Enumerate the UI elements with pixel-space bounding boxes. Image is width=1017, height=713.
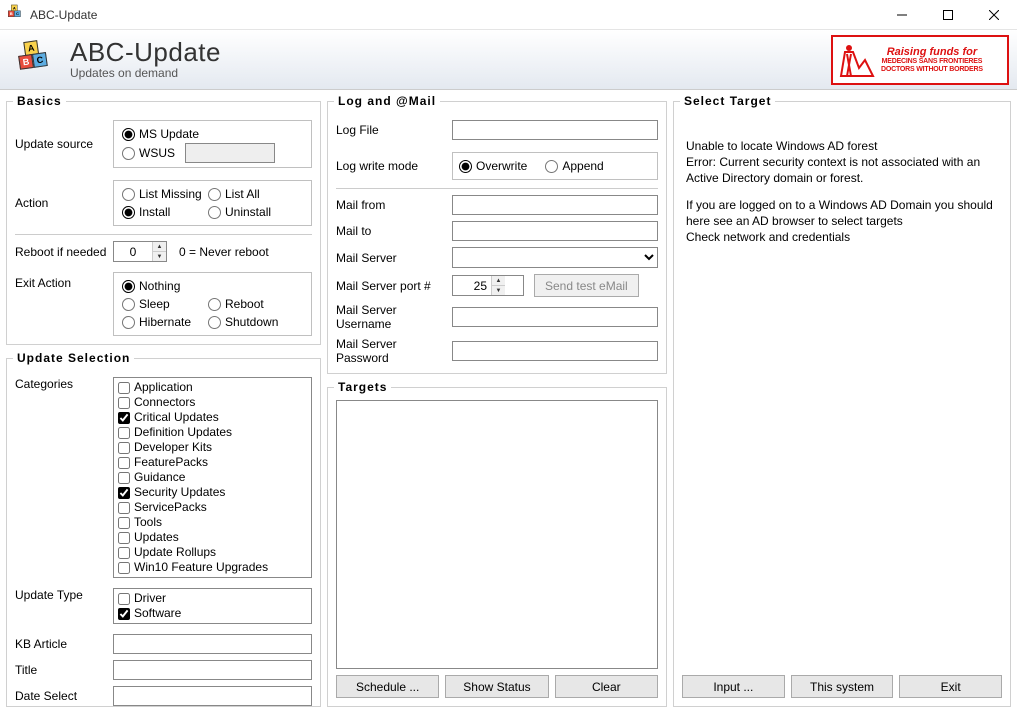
- category-item[interactable]: ServicePacks: [118, 500, 307, 515]
- date-label: Date Select: [15, 689, 107, 703]
- targets-legend: Targets: [334, 380, 391, 394]
- selection-legend: Update Selection: [13, 351, 134, 365]
- nothing-radio[interactable]: Nothing: [122, 277, 303, 295]
- title-label: Title: [15, 663, 107, 677]
- type-item[interactable]: Software: [118, 606, 307, 621]
- log-legend: Log and @Mail: [334, 94, 440, 108]
- mail-from-input[interactable]: [452, 195, 658, 215]
- targets-group: Targets Schedule ... Show Status Clear: [327, 380, 667, 707]
- ms-update-radio[interactable]: MS Update: [122, 125, 303, 143]
- category-item[interactable]: Definition Updates: [118, 425, 307, 440]
- app-title: ABC-Update: [70, 39, 831, 65]
- install-radio[interactable]: Install: [122, 203, 204, 221]
- mail-to-input[interactable]: [452, 221, 658, 241]
- type-item[interactable]: Driver: [118, 591, 307, 606]
- shutdown-radio[interactable]: Shutdown: [208, 313, 290, 331]
- categories-label: Categories: [15, 377, 107, 391]
- basics-legend: Basics: [13, 94, 66, 108]
- spin-up-icon[interactable]: ▲: [492, 276, 505, 286]
- category-item[interactable]: Application: [118, 380, 307, 395]
- category-item[interactable]: Update Rollups: [118, 545, 307, 560]
- app-subtitle: Updates on demand: [70, 66, 831, 80]
- window-title: ABC-Update: [30, 8, 879, 22]
- wsus-input[interactable]: [185, 143, 275, 163]
- exit-action-label: Exit Action: [15, 276, 107, 290]
- kb-label: KB Article: [15, 637, 107, 651]
- overwrite-radio[interactable]: Overwrite: [459, 157, 527, 175]
- mail-to-label: Mail to: [336, 224, 446, 238]
- mail-server-select[interactable]: [452, 247, 658, 268]
- close-button[interactable]: [971, 0, 1017, 30]
- type-list[interactable]: DriverSoftware: [113, 588, 312, 624]
- basics-group: Basics Update source MS Update WSUS Acti…: [6, 94, 321, 345]
- date-input[interactable]: [113, 686, 312, 706]
- reboot-hint: 0 = Never reboot: [179, 245, 269, 259]
- msf-banner[interactable]: Raising funds for MEDECINS SANS FRONTIER…: [831, 35, 1009, 85]
- maximize-button[interactable]: [925, 0, 971, 30]
- category-item[interactable]: Developer Kits: [118, 440, 307, 455]
- send-test-button[interactable]: Send test eMail: [534, 274, 639, 297]
- logfile-input[interactable]: [452, 120, 658, 140]
- msf-org2: DOCTORS WITHOUT BORDERS: [881, 66, 983, 74]
- category-item[interactable]: FeaturePacks: [118, 455, 307, 470]
- log-mail-group: Log and @Mail Log File Log write mode Ov…: [327, 94, 667, 374]
- action-label: Action: [15, 196, 107, 210]
- mail-pass-label: Mail Server Password: [336, 337, 446, 365]
- kb-input[interactable]: [113, 634, 312, 654]
- mail-user-input[interactable]: [452, 307, 658, 327]
- spin-up-icon[interactable]: ▲: [153, 242, 166, 252]
- update-selection-group: Update Selection Categories ApplicationC…: [6, 351, 321, 707]
- list-all-radio[interactable]: List All: [208, 185, 290, 203]
- category-item[interactable]: Security Updates: [118, 485, 307, 500]
- app-icon: A BC: [8, 7, 24, 23]
- append-radio[interactable]: Append: [545, 157, 603, 175]
- targets-listbox[interactable]: [336, 400, 658, 669]
- spin-down-icon[interactable]: ▼: [492, 286, 505, 295]
- sleep-radio[interactable]: Sleep: [122, 295, 204, 313]
- wsus-radio[interactable]: WSUS: [122, 143, 303, 163]
- reboot-spinner[interactable]: ▲▼: [113, 241, 167, 262]
- hibernate-radio[interactable]: Hibernate: [122, 313, 204, 331]
- msf-org1: MEDECINS SANS FRONTIERES: [881, 58, 983, 66]
- mail-pass-input[interactable]: [452, 341, 658, 361]
- mail-server-label: Mail Server: [336, 251, 446, 265]
- titlebar: A BC ABC-Update: [0, 0, 1017, 30]
- category-item[interactable]: Updates: [118, 530, 307, 545]
- spin-down-icon[interactable]: ▼: [153, 252, 166, 261]
- uninstall-radio[interactable]: Uninstall: [208, 203, 290, 221]
- msf-icon: [837, 40, 877, 80]
- mail-port-spinner[interactable]: ▲▼: [452, 275, 524, 296]
- update-type-label: Update Type: [15, 588, 107, 602]
- logfile-label: Log File: [336, 123, 446, 137]
- category-item[interactable]: Guidance: [118, 470, 307, 485]
- select-target-legend: Select Target: [680, 94, 775, 108]
- title-input[interactable]: [113, 660, 312, 680]
- minimize-button[interactable]: [879, 0, 925, 30]
- categories-list[interactable]: ApplicationConnectorsCritical UpdatesDef…: [113, 377, 312, 578]
- clear-button[interactable]: Clear: [555, 675, 658, 698]
- category-item[interactable]: Win10 Feature Upgrades: [118, 560, 307, 575]
- select-target-message: Unable to locate Windows AD forestError:…: [682, 138, 1002, 255]
- mail-port-label: Mail Server port #: [336, 279, 446, 293]
- list-missing-radio[interactable]: List Missing: [122, 185, 204, 203]
- msf-raising: Raising funds for: [881, 46, 983, 58]
- schedule-button[interactable]: Schedule ...: [336, 675, 439, 698]
- header: A BC ABC-Update Updates on demand Raisin…: [0, 30, 1017, 90]
- input-button[interactable]: Input ...: [682, 675, 785, 698]
- abc-logo-icon: A BC: [18, 40, 58, 80]
- select-target-group: Select Target Unable to locate Windows A…: [673, 94, 1011, 707]
- mail-from-label: Mail from: [336, 198, 446, 212]
- reboot-label: Reboot if needed: [15, 245, 107, 259]
- category-item[interactable]: Connectors: [118, 395, 307, 410]
- writemode-label: Log write mode: [336, 159, 446, 173]
- category-item[interactable]: Tools: [118, 515, 307, 530]
- mail-user-label: Mail Server Username: [336, 303, 446, 331]
- exit-button[interactable]: Exit: [899, 675, 1002, 698]
- this-system-button[interactable]: This system: [791, 675, 894, 698]
- show-status-button[interactable]: Show Status: [445, 675, 548, 698]
- update-source-label: Update source: [15, 137, 107, 151]
- reboot-radio[interactable]: Reboot: [208, 295, 290, 313]
- category-item[interactable]: Critical Updates: [118, 410, 307, 425]
